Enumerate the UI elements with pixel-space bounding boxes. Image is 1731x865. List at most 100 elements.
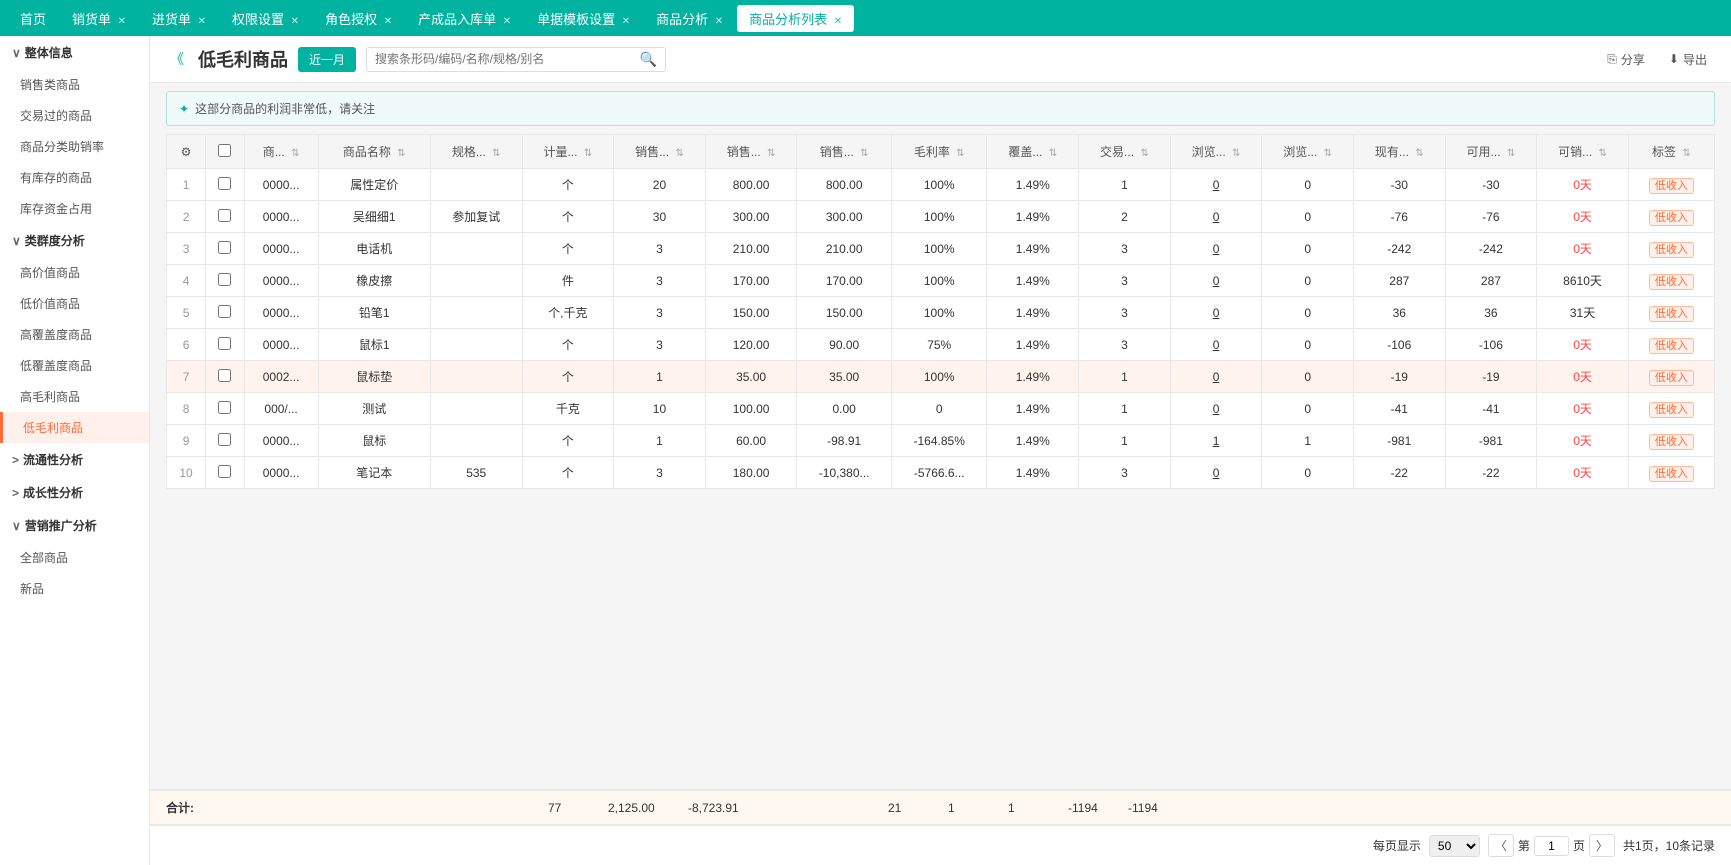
row-select-checkbox[interactable]: [218, 241, 231, 254]
browse1-link[interactable]: 0: [1213, 210, 1220, 224]
col-current[interactable]: 现有... ⇅: [1353, 135, 1445, 169]
sidebar-item-sales-goods[interactable]: 销售类商品: [0, 69, 149, 100]
row-checkbox[interactable]: [206, 393, 245, 425]
nav-home[interactable]: 首页: [8, 5, 58, 32]
col-coverage[interactable]: 覆盖... ⇅: [987, 135, 1079, 169]
row-browse1[interactable]: 0: [1170, 297, 1262, 329]
nav-products[interactable]: 产成品入库单 ✕: [406, 5, 523, 32]
row-select-checkbox[interactable]: [218, 401, 231, 414]
sidebar-item-category-rate[interactable]: 商品分类助销率: [0, 131, 149, 162]
col-code[interactable]: 商... ⇅: [244, 135, 318, 169]
col-sales-amount[interactable]: 销售... ⇅: [797, 135, 892, 169]
table-container[interactable]: ⚙ 商... ⇅ 商品名称 ⇅ 规格... ⇅ 计量... ⇅ 销售... ⇅ …: [150, 134, 1731, 789]
nav-close-roles[interactable]: ✕: [384, 16, 392, 27]
sidebar-item-low-margin[interactable]: 低毛利商品: [0, 412, 149, 443]
share-btn[interactable]: ⎘ 分享: [1599, 48, 1653, 71]
browse1-link[interactable]: 1: [1213, 434, 1220, 448]
row-select-checkbox[interactable]: [218, 177, 231, 190]
nav-analysis[interactable]: 商品分析 ✕: [644, 5, 735, 32]
col-checkbox[interactable]: [206, 135, 245, 169]
sidebar-item-low-coverage[interactable]: 低覆盖度商品: [0, 350, 149, 381]
sidebar-item-capital[interactable]: 库存资金占用: [0, 193, 149, 224]
col-browse2[interactable]: 浏览... ⇅: [1262, 135, 1354, 169]
row-checkbox[interactable]: [206, 425, 245, 457]
row-checkbox[interactable]: [206, 457, 245, 489]
col-trade[interactable]: 交易... ⇅: [1079, 135, 1171, 169]
export-btn[interactable]: ⬇ 导出: [1661, 48, 1715, 71]
nav-close-analysis[interactable]: ✕: [715, 16, 723, 27]
nav-close-purchase[interactable]: ✕: [198, 16, 206, 27]
collapse-sidebar-btn[interactable]: 《: [166, 49, 188, 69]
row-browse1[interactable]: 0: [1170, 233, 1262, 265]
sidebar-item-stock-goods[interactable]: 有库存的商品: [0, 162, 149, 193]
next-page-btn[interactable]: 〉: [1589, 834, 1615, 857]
row-browse1[interactable]: 0: [1170, 457, 1262, 489]
nav-permissions[interactable]: 权限设置 ✕: [220, 5, 311, 32]
row-select-checkbox[interactable]: [218, 465, 231, 478]
col-gross-margin[interactable]: 毛利率 ⇅: [891, 135, 987, 169]
row-checkbox[interactable]: [206, 201, 245, 233]
filter-recent-month-btn[interactable]: 近一月: [298, 47, 356, 72]
row-checkbox[interactable]: [206, 169, 245, 201]
row-select-checkbox[interactable]: [218, 369, 231, 382]
nav-roles[interactable]: 角色授权 ✕: [313, 5, 404, 32]
select-all-checkbox[interactable]: [218, 144, 231, 157]
sidebar-item-high-margin[interactable]: 高毛利商品: [0, 381, 149, 412]
row-checkbox[interactable]: [206, 329, 245, 361]
browse1-link[interactable]: 0: [1213, 178, 1220, 192]
sidebar-group-growth[interactable]: > 成长性分析: [0, 476, 149, 509]
col-settings[interactable]: ⚙: [167, 135, 206, 169]
col-name[interactable]: 商品名称 ⇅: [318, 135, 430, 169]
sidebar-group-cluster[interactable]: ∨ 类群度分析: [0, 224, 149, 257]
row-browse1[interactable]: 0: [1170, 169, 1262, 201]
row-checkbox[interactable]: [206, 297, 245, 329]
col-available[interactable]: 可用... ⇅: [1445, 135, 1537, 169]
browse1-link[interactable]: 0: [1213, 402, 1220, 416]
nav-close-analysis-list[interactable]: ✕: [834, 16, 842, 27]
sidebar-group-circulation[interactable]: > 流通性分析: [0, 443, 149, 476]
browse1-link[interactable]: 0: [1213, 306, 1220, 320]
sidebar-item-traded-goods[interactable]: 交易过的商品: [0, 100, 149, 131]
row-checkbox[interactable]: [206, 233, 245, 265]
sidebar-item-high-value[interactable]: 高价值商品: [0, 257, 149, 288]
col-sales-price[interactable]: 销售... ⇅: [705, 135, 797, 169]
row-select-checkbox[interactable]: [218, 273, 231, 286]
row-browse1[interactable]: 0: [1170, 201, 1262, 233]
row-select-checkbox[interactable]: [218, 433, 231, 446]
page-size-select[interactable]: 50 20 100: [1429, 835, 1480, 857]
col-spec[interactable]: 规格... ⇅: [430, 135, 522, 169]
nav-close-templates[interactable]: ✕: [622, 16, 630, 27]
sidebar-group-marketing[interactable]: ∨ 营销推广分析: [0, 509, 149, 542]
row-select-checkbox[interactable]: [218, 305, 231, 318]
row-checkbox[interactable]: [206, 361, 245, 393]
browse1-link[interactable]: 0: [1213, 338, 1220, 352]
row-browse1[interactable]: 1: [1170, 425, 1262, 457]
sidebar-group-overall[interactable]: ∨ 整体信息: [0, 36, 149, 69]
row-select-checkbox[interactable]: [218, 209, 231, 222]
browse1-link[interactable]: 0: [1213, 466, 1220, 480]
col-tag[interactable]: 标签 ⇅: [1628, 135, 1714, 169]
nav-analysis-list[interactable]: 商品分析列表 ✕: [737, 5, 854, 32]
prev-page-btn[interactable]: 〈: [1488, 834, 1514, 857]
sidebar-item-high-coverage[interactable]: 高覆盖度商品: [0, 319, 149, 350]
row-checkbox[interactable]: [206, 265, 245, 297]
nav-close-sales[interactable]: ✕: [118, 16, 126, 27]
nav-sales[interactable]: 销货单 ✕: [60, 5, 138, 32]
col-unit[interactable]: 计量... ⇅: [522, 135, 614, 169]
browse1-link[interactable]: 0: [1213, 274, 1220, 288]
col-sellable[interactable]: 可销... ⇅: [1537, 135, 1629, 169]
sidebar-item-new-goods[interactable]: 新品: [0, 573, 149, 604]
row-browse1[interactable]: 0: [1170, 361, 1262, 393]
search-input[interactable]: [375, 52, 640, 66]
nav-close-products[interactable]: ✕: [503, 16, 511, 27]
search-icon[interactable]: 🔍: [640, 51, 657, 68]
row-select-checkbox[interactable]: [218, 337, 231, 350]
nav-purchase[interactable]: 进货单 ✕: [140, 5, 218, 32]
nav-templates[interactable]: 单据模板设置 ✕: [525, 5, 642, 32]
nav-close-permissions[interactable]: ✕: [291, 16, 299, 27]
page-input[interactable]: [1534, 836, 1569, 856]
col-sales-qty[interactable]: 销售... ⇅: [614, 135, 706, 169]
row-browse1[interactable]: 0: [1170, 265, 1262, 297]
sidebar-item-all-goods[interactable]: 全部商品: [0, 542, 149, 573]
row-browse1[interactable]: 0: [1170, 329, 1262, 361]
